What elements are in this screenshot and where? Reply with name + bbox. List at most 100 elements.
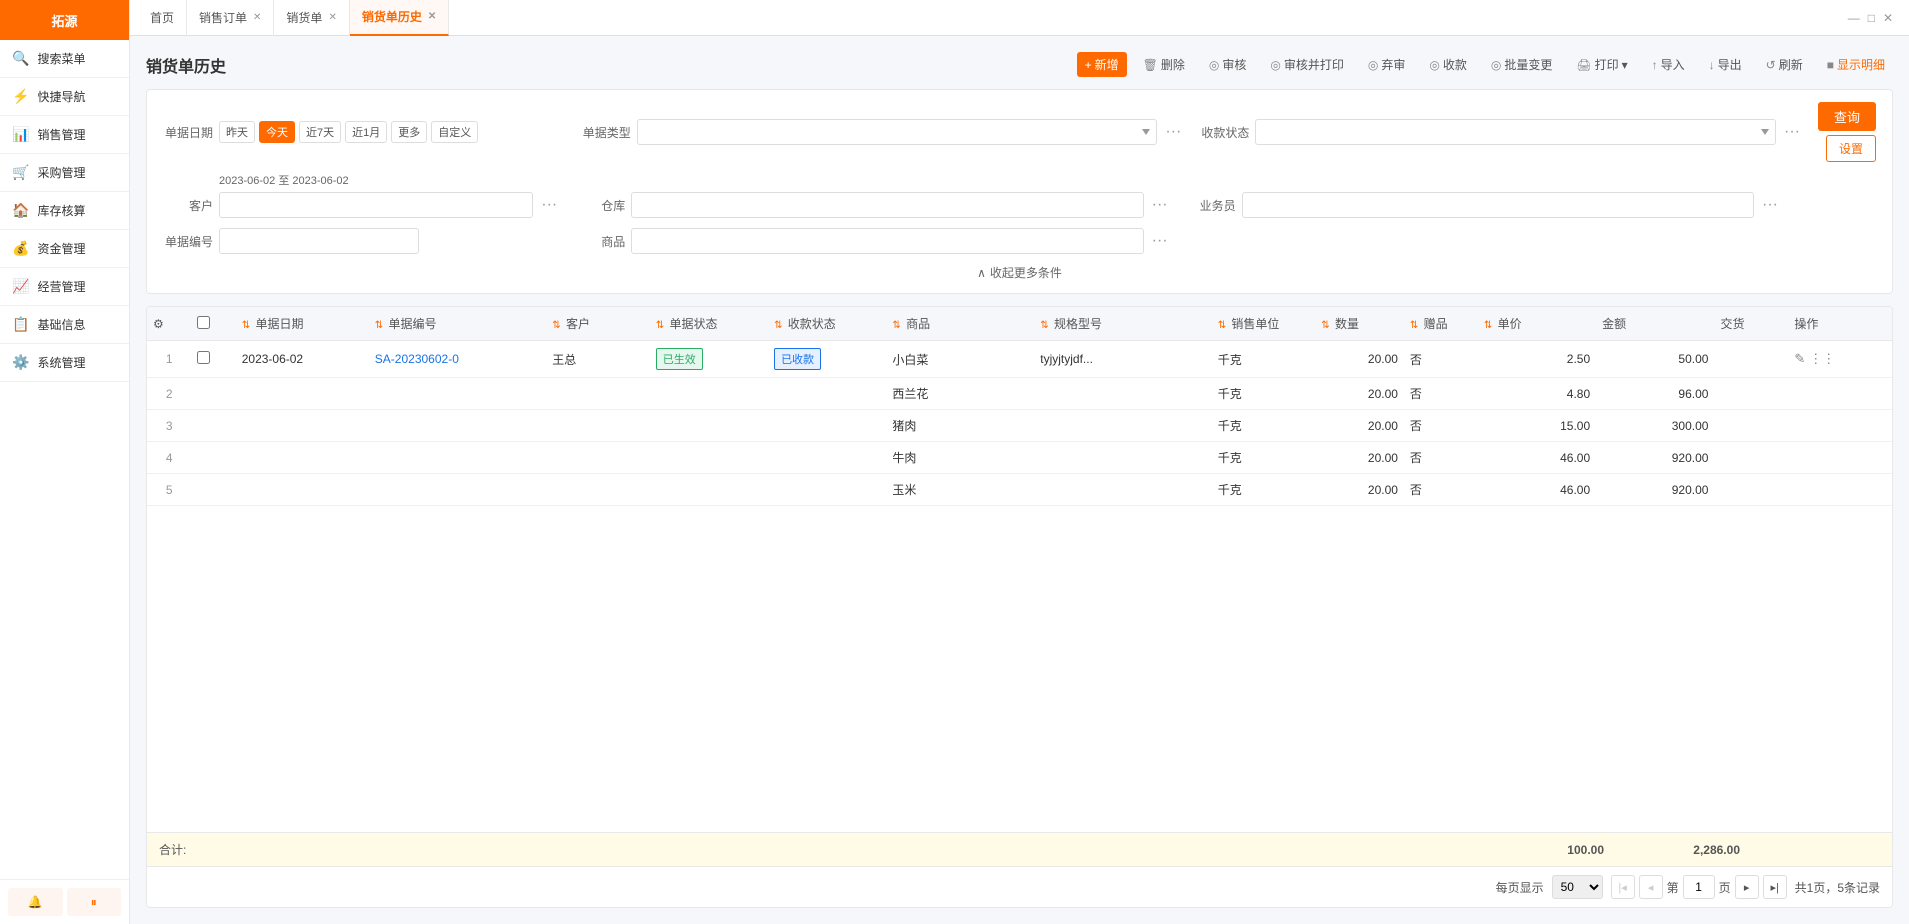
row-status [650, 410, 768, 442]
tab-sales-order-close[interactable]: ✕ [253, 12, 261, 23]
warehouse-input[interactable] [631, 192, 1143, 218]
goods-dots[interactable]: ··· [1150, 233, 1170, 249]
customer-sort-icon[interactable]: ⇅ [552, 320, 560, 331]
collapse-button[interactable]: ∧ 收起更多条件 [163, 264, 1876, 281]
close-button[interactable]: ✕ [1883, 11, 1893, 25]
query-button[interactable]: 查询 [1818, 102, 1876, 131]
doc-type-dots[interactable]: ··· [1163, 124, 1183, 140]
page-number-input[interactable] [1683, 875, 1715, 899]
date-today[interactable]: 今天 [259, 121, 295, 143]
sidebar-item-finance[interactable]: 💰 资金管理 [0, 230, 129, 268]
goods-input[interactable] [631, 228, 1143, 254]
docno-input[interactable] [219, 228, 419, 254]
doc-code-link[interactable]: SA-20230602-0 [375, 352, 459, 366]
date-7days[interactable]: 近7天 [299, 121, 341, 143]
date-range-row: 2023-06-02 至 2023-06-02 [163, 172, 1876, 188]
row-pay-status: 已收款 [768, 341, 886, 378]
salesperson-dots[interactable]: ··· [1760, 197, 1780, 213]
price-sort-icon[interactable]: ⇅ [1484, 320, 1492, 331]
maximize-button[interactable]: □ [1868, 11, 1875, 25]
row-checkbox[interactable] [191, 410, 235, 442]
row-spec: tyjyjtyjdf... [1034, 341, 1211, 378]
pay-status-select[interactable] [1255, 119, 1776, 145]
table-select-all-col[interactable] [191, 307, 235, 341]
salesperson-input[interactable] [1242, 192, 1754, 218]
collect-button[interactable]: ◎ 收款 [1421, 52, 1475, 77]
warehouse-dots[interactable]: ··· [1150, 197, 1170, 213]
goods-sort-icon[interactable]: ⇅ [892, 320, 900, 331]
tab-sales-history-close[interactable]: ✕ [428, 11, 436, 22]
sidebar-item-system-mgmt[interactable]: ⚙️ 系统管理 [0, 344, 129, 382]
row-goods: 小白菜 [886, 341, 1034, 378]
date-sort-icon[interactable]: ⇅ [242, 320, 250, 331]
qty-sort-icon[interactable]: ⇅ [1321, 320, 1329, 331]
import-button[interactable]: ↑ 导入 [1644, 52, 1693, 77]
unit-sort-icon[interactable]: ⇅ [1218, 320, 1226, 331]
edit-icon[interactable]: ✎ [1794, 351, 1805, 367]
tab-sales-history[interactable]: 销货单历史 ✕ [350, 0, 449, 36]
filter-row-1: 单据日期 昨天 今天 近7天 近1月 更多 自定义 单据类型 ··· [163, 102, 1876, 162]
date-custom[interactable]: 自定义 [431, 121, 478, 143]
abandon-button[interactable]: ◎ 弃审 [1360, 52, 1414, 77]
sidebar-item-label: 系统管理 [37, 354, 85, 371]
sidebar-item-purchase-mgmt[interactable]: 🛒 采购管理 [0, 154, 129, 192]
row-amount: 920.00 [1596, 474, 1714, 506]
tab-sales-delivery[interactable]: 销货单 ✕ [274, 0, 349, 36]
date-yesterday[interactable]: 昨天 [219, 121, 255, 143]
sidebar: 拓源 🔍 搜索菜单 ⚡ 快捷导航 📊 销售管理 🛒 采购管理 🏠 库存核算 💰 … [0, 0, 130, 924]
sidebar-item-search-menu[interactable]: 🔍 搜索菜单 [0, 40, 129, 78]
date-1month[interactable]: 近1月 [345, 121, 387, 143]
sidebar-item-basic-info[interactable]: 📋 基础信息 [0, 306, 129, 344]
delete-button[interactable]: 🗑 删除 [1135, 52, 1193, 77]
sidebar-item-inventory[interactable]: 🏠 库存核算 [0, 192, 129, 230]
pay-status-dots[interactable]: ··· [1782, 124, 1802, 140]
refresh-button[interactable]: ↺ 刷新 [1758, 52, 1811, 77]
row-checkbox[interactable] [191, 442, 235, 474]
prev-page-button[interactable]: ◂ [1639, 875, 1663, 899]
code-sort-icon[interactable]: ⇅ [375, 320, 383, 331]
filter-settings-button[interactable]: 设置 [1826, 135, 1876, 162]
table-header-row: ⚙ ⇅ 单据日期 ⇅ 单据编号 [147, 307, 1892, 341]
customer-dots[interactable]: ··· [539, 197, 559, 213]
first-page-button[interactable]: |◂ [1611, 875, 1635, 899]
print-button[interactable]: 🖨 打印 ▾ [1568, 52, 1635, 77]
gift-sort-icon[interactable]: ⇅ [1410, 320, 1418, 331]
audit-print-button[interactable]: ◎ 审核并打印 [1262, 52, 1352, 77]
table-settings-icon[interactable]: ⚙ [153, 317, 164, 331]
last-page-button[interactable]: ▸| [1763, 875, 1787, 899]
data-table-wrapper: ⚙ ⇅ 单据日期 ⇅ 单据编号 [146, 306, 1893, 908]
row-checkbox[interactable] [191, 474, 235, 506]
tab-sales-delivery-label: 销货单 [286, 9, 322, 26]
status-sort-icon[interactable]: ⇅ [656, 320, 664, 331]
pay-sort-icon[interactable]: ⇅ [774, 320, 782, 331]
tab-sales-delivery-close[interactable]: ✕ [328, 12, 336, 23]
show-detail-button[interactable]: ■ 显示明细 [1819, 52, 1893, 77]
more-action-icon[interactable]: ⋮⋮ [1809, 351, 1835, 367]
doc-type-select[interactable] [637, 119, 1158, 145]
row-date [236, 378, 369, 410]
tab-sales-order[interactable]: 销售订单 ✕ [187, 0, 274, 36]
minimize-button[interactable]: — [1848, 11, 1860, 25]
goods-filter-group: 商品 ··· [575, 228, 1169, 254]
customer-input[interactable] [219, 192, 533, 218]
add-button[interactable]: + 新增 [1077, 52, 1127, 77]
row-checkbox[interactable] [191, 341, 235, 378]
row-code [369, 474, 546, 506]
date-more[interactable]: 更多 [391, 121, 427, 143]
sidebar-item-operations[interactable]: 📈 经营管理 [0, 268, 129, 306]
next-page-button[interactable]: ▸ [1735, 875, 1759, 899]
table-settings-col[interactable]: ⚙ [147, 307, 191, 341]
batch-change-button[interactable]: ◎ 批量变更 [1483, 52, 1561, 77]
sidebar-item-quick-nav[interactable]: ⚡ 快捷导航 [0, 78, 129, 116]
col-goods-label: 商品 [906, 317, 930, 331]
export-button[interactable]: ↓ 导出 [1701, 52, 1750, 77]
page-size-select[interactable]: 20 50 100 [1552, 875, 1603, 899]
tab-home[interactable]: 首页 [138, 0, 187, 36]
sidebar-item-sales-mgmt[interactable]: 📊 销售管理 [0, 116, 129, 154]
select-all-checkbox[interactable] [197, 316, 210, 329]
notification-button[interactable]: 🔔 [8, 888, 63, 916]
audit-button[interactable]: ◎ 审核 [1201, 52, 1255, 77]
pause-button[interactable]: ⏸ [67, 888, 122, 916]
spec-sort-icon[interactable]: ⇅ [1040, 320, 1048, 331]
row-checkbox[interactable] [191, 378, 235, 410]
